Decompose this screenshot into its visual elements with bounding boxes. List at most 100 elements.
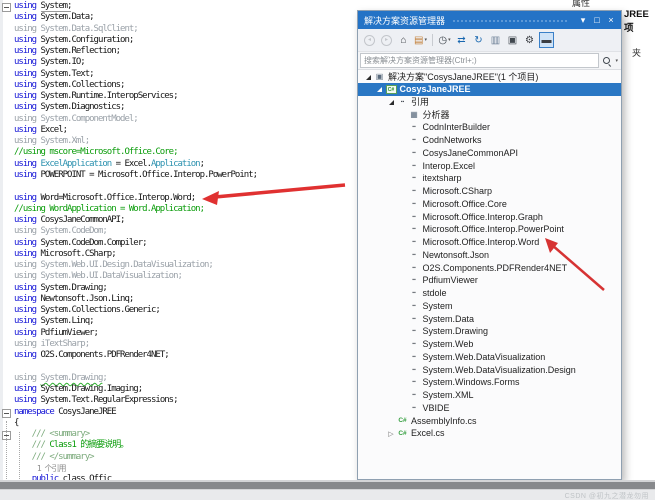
tree-item[interactable]: ▪▪Microsoft.CSharp (358, 185, 621, 198)
code-line[interactable]: using System.IO; (0, 57, 357, 68)
code-line[interactable]: using Newtonsoft.Json.Linq; (0, 294, 357, 305)
tree-item[interactable]: ▪▪Interop.Excel (358, 159, 621, 172)
dropdown-caret-icon[interactable]: ▾ (448, 37, 451, 43)
search-icon[interactable] (601, 55, 613, 67)
code-line[interactable]: using ExcelApplication = Excel.Applicati… (0, 159, 357, 170)
tree-item[interactable]: ▪▪PdfiumViewer (358, 274, 621, 287)
tree-item[interactable]: ▪▪Microsoft.Office.Core (358, 198, 621, 211)
code-line[interactable]: using PdfiumViewer; (0, 328, 357, 339)
tree-item[interactable]: ▪▪System.XML (358, 389, 621, 402)
back-icon[interactable]: ◂ (362, 32, 377, 48)
horizontal-scrollbar-thumb[interactable] (0, 482, 655, 489)
code-line[interactable]: /// </summary> (0, 452, 357, 463)
code-line[interactable]: //using WordApplication = Word.Applicati… (0, 204, 357, 215)
code-line[interactable]: using System.Web.UI.Design.DataVisualiza… (0, 260, 357, 271)
code-line[interactable]: using POWERPOINT = Microsoft.Office.Inte… (0, 170, 357, 181)
code-line[interactable]: using System.Runtime.InteropServices; (0, 91, 357, 102)
search-options-caret-icon[interactable]: ▾ (615, 58, 618, 64)
window-menu-icon[interactable]: ▾ (576, 13, 590, 27)
tree-item[interactable]: ▪▪System.Drawing (358, 325, 621, 338)
tree-item[interactable]: ▪▪System.Web.DataVisualization.Design (358, 363, 621, 376)
tree-item[interactable]: ▪▪VBIDE (358, 402, 621, 415)
code-line[interactable]: //using mscore=Microsoft.Office.Core; (0, 147, 357, 158)
code-line[interactable]: using System.Drawing.Imaging; (0, 384, 357, 395)
code-line[interactable] (0, 362, 357, 373)
close-icon[interactable]: × (604, 13, 618, 27)
properties-pages-icon[interactable]: ▥ (488, 32, 503, 48)
code-line[interactable]: { (0, 418, 357, 429)
code-line[interactable]: using O2S.Components.PDFRender4NET; (0, 350, 357, 361)
code-line[interactable]: using Word=Microsoft.Office.Interop.Word… (0, 193, 357, 204)
tree-expander-icon[interactable] (375, 84, 385, 94)
tree-expander-icon[interactable] (386, 428, 396, 438)
code-line[interactable]: /// <summary> (0, 429, 357, 440)
switch-views-icon[interactable]: ▤▾ (413, 32, 428, 48)
wrench-icon[interactable]: ⚙ (522, 32, 537, 48)
tree-item[interactable]: ▪▪CodnNetworks (358, 134, 621, 147)
tree-item[interactable]: ▪▪Newtonsoft.Json (358, 249, 621, 262)
home-icon[interactable]: ⌂ (396, 32, 411, 48)
code-line[interactable]: using System.Data.SqlClient; (0, 24, 357, 35)
code-line[interactable]: using System.Collections.Generic; (0, 305, 357, 316)
code-line[interactable]: using System; (0, 1, 357, 12)
show-all-files-icon[interactable]: ▣ (505, 32, 520, 48)
tree-item[interactable]: ▪▪System.Web.DataVisualization (358, 351, 621, 364)
code-line[interactable]: namespace CosysJaneJREE (0, 407, 357, 418)
code-line[interactable]: using CosysJaneCommonAPI; (0, 215, 357, 226)
sync-with-active-document-icon[interactable]: ⇄ (454, 32, 469, 48)
tree-item[interactable]: C#Excel.cs (358, 427, 621, 440)
code-line[interactable]: using iTextSharp; (0, 339, 357, 350)
refresh-icon[interactable]: ↻ (471, 32, 486, 48)
fold-collapse-icon[interactable] (2, 3, 11, 12)
code-line[interactable]: using Excel; (0, 125, 357, 136)
code-line[interactable]: using System.Drawing; (0, 283, 357, 294)
preview-selected-items-icon[interactable]: ▬ (539, 32, 554, 48)
tree-item[interactable]: ▣解决方案"CosysJaneJREE"(1 个项目) (358, 70, 621, 83)
code-line[interactable]: using System.Text.RegularExpressions; (0, 395, 357, 406)
tree-expander-icon[interactable] (363, 71, 373, 81)
tree-expander-icon[interactable] (386, 97, 396, 107)
code-line[interactable] (0, 181, 357, 192)
code-line[interactable]: using System.ComponentModel; (0, 114, 357, 125)
code-line[interactable]: /// Class1 的摘要说明。 (0, 440, 357, 451)
tree-item[interactable]: ▪▪CosysJaneCommonAPI (358, 147, 621, 160)
tree-item[interactable]: ▪▪System.Windows.Forms (358, 376, 621, 389)
tree-item[interactable]: ▪▪Microsoft.Office.Interop.Word (358, 236, 621, 249)
code-line[interactable]: using System.Linq; (0, 316, 357, 327)
tree-item[interactable]: ▪▪System.Web (358, 338, 621, 351)
fold-collapse-icon[interactable] (2, 409, 11, 418)
tree-item[interactable]: ▪▪Microsoft.Office.Interop.PowerPoint (358, 223, 621, 236)
dropdown-caret-icon[interactable]: ▾ (424, 37, 427, 43)
code-line[interactable]: using System.Data; (0, 12, 357, 23)
search-input[interactable] (360, 53, 599, 68)
horizontal-scrollbar-track[interactable] (0, 480, 655, 490)
tree-item[interactable]: ▪▪stdole (358, 287, 621, 300)
tree-item[interactable]: ▦分析器 (358, 108, 621, 121)
tree-item[interactable]: ▪▪引用 (358, 96, 621, 109)
code-line[interactable]: 1 个引用 (0, 463, 357, 474)
code-line[interactable]: using System.Configuration; (0, 35, 357, 46)
tree-item[interactable]: ▪▪System.Data (358, 312, 621, 325)
maximize-icon[interactable]: □ (590, 13, 604, 27)
tree-item[interactable]: ▪▪O2S.Components.PDFRender4NET (358, 261, 621, 274)
drag-grip[interactable] (452, 18, 569, 23)
code-line[interactable]: using System.Text; (0, 69, 357, 80)
tree-item[interactable]: C#AssemblyInfo.cs (358, 414, 621, 427)
tree-item[interactable]: C#CosysJaneJREE (358, 83, 621, 96)
tree-item[interactable]: ▪▪System (358, 300, 621, 313)
code-line[interactable]: using System.Collections; (0, 80, 357, 91)
tree-item[interactable]: ▪▪Microsoft.Office.Interop.Graph (358, 210, 621, 223)
tree-item[interactable]: ▪▪itextsharp (358, 172, 621, 185)
pending-changes-filter-icon[interactable]: ◷▾ (437, 32, 452, 48)
code-line[interactable]: using System.CodeDom.Compiler; (0, 238, 357, 249)
code-line[interactable]: using System.Xml; (0, 136, 357, 147)
solution-explorer-titlebar[interactable]: 解决方案资源管理器 ▾ □ × (358, 11, 621, 29)
code-area[interactable]: using System;using System.Data;using Sys… (0, 1, 357, 481)
code-line[interactable]: using System.Web.UI.DataVisualization; (0, 271, 357, 282)
tree-item[interactable]: ▪▪CodnInterBuilder (358, 121, 621, 134)
code-editor[interactable]: using System;using System.Data;using Sys… (0, 0, 357, 481)
forward-icon[interactable]: ▸ (379, 32, 394, 48)
code-line[interactable]: using System.Drawing; (0, 373, 357, 384)
code-line[interactable]: using System.CodeDom; (0, 226, 357, 237)
code-line[interactable]: using System.Reflection; (0, 46, 357, 57)
